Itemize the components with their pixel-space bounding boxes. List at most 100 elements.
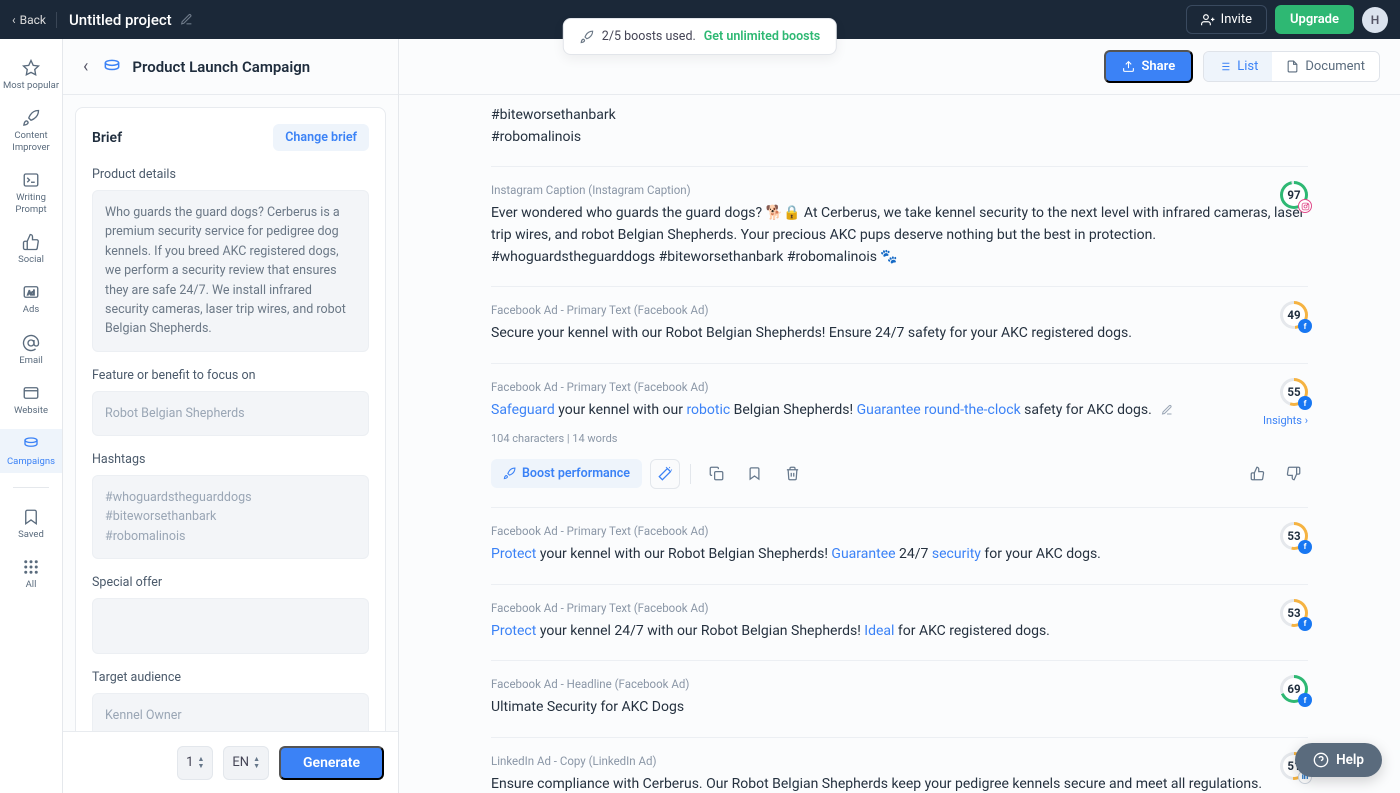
insights-link[interactable]: Insights › (1263, 414, 1308, 427)
score-badge: 49 f (1280, 301, 1308, 329)
thumbs-down-button[interactable] (1278, 459, 1308, 489)
product-details-label: Product details (92, 167, 369, 182)
result-item[interactable]: 55 f Insights › Facebook Ad - Primary Te… (491, 364, 1308, 508)
generate-button[interactable]: Generate (279, 746, 384, 780)
facebook-icon: f (1298, 396, 1312, 410)
wand-icon (658, 466, 673, 481)
special-offer-label: Special offer (92, 575, 369, 590)
help-label: Help (1336, 752, 1364, 768)
result-text[interactable]: Secure your kennel with our Robot Belgia… (491, 323, 1308, 345)
result-text: #biteworsethanbark#robomalinois (491, 105, 1308, 148)
project-title[interactable]: Untitled project (69, 11, 193, 29)
share-label: Share (1141, 59, 1175, 74)
invite-label: Invite (1221, 12, 1252, 27)
result-item[interactable]: 53 f Facebook Ad - Primary Text (Faceboo… (491, 585, 1308, 662)
result-item[interactable]: 69 f Facebook Ad - Headline (Facebook Ad… (491, 661, 1308, 738)
topbar-right: Invite Upgrade H (1186, 5, 1388, 34)
avatar[interactable]: H (1362, 7, 1388, 33)
nav-email[interactable]: Email (0, 328, 62, 372)
score-badge: 55 f Insights › (1263, 378, 1308, 427)
result-item[interactable]: 97 Instagram Caption (Instagram Caption)… (491, 167, 1308, 287)
nav-saved[interactable]: Saved (0, 502, 62, 546)
language-select[interactable]: EN ▲▼ (223, 746, 269, 780)
nav-ads[interactable]: Ad Ads (0, 277, 62, 321)
nav-separator (13, 487, 49, 488)
brief-card-title: Brief (92, 130, 122, 146)
document-view-button[interactable]: Document (1272, 52, 1379, 81)
result-item[interactable]: 53 f Facebook Ad - Primary Text (Faceboo… (491, 508, 1308, 585)
nav-website[interactable]: Website (0, 378, 62, 422)
share-button[interactable]: Share (1104, 50, 1193, 83)
invite-button[interactable]: Invite (1186, 5, 1267, 34)
thumbs-up-button[interactable] (1242, 459, 1272, 489)
score-ring: 49 f (1280, 301, 1308, 329)
at-icon (22, 334, 40, 352)
boost-banner-link[interactable]: Get unlimited boosts (704, 29, 820, 44)
nav-writing-prompt[interactable]: Writing Prompt (0, 165, 62, 221)
nav-content-improver[interactable]: Content Improver (0, 103, 62, 159)
result-type: Instagram Caption (Instagram Caption) (491, 183, 1308, 197)
target-audience-field[interactable]: Kennel Owner (92, 693, 369, 731)
result-text[interactable]: Ultimate Security for AKC Dogs (491, 697, 1308, 719)
results-scroll[interactable]: #biteworsethanbark#robomalinois 97 Insta… (399, 95, 1400, 793)
document-icon (1286, 60, 1299, 73)
delete-button[interactable] (777, 459, 807, 489)
nav-campaigns[interactable]: Campaigns (0, 429, 62, 473)
nav-label: Email (19, 355, 43, 366)
result-type: Facebook Ad - Primary Text (Facebook Ad) (491, 303, 1308, 317)
stepper-arrows-icon: ▲▼ (197, 756, 204, 770)
hashtags-label: Hashtags (92, 452, 369, 467)
result-item[interactable]: 49 f Facebook Ad - Primary Text (Faceboo… (491, 287, 1308, 364)
brief-scroll[interactable]: Brief Change brief Product details Who g… (63, 95, 398, 731)
boost-banner-text: 2/5 boosts used. (602, 29, 696, 44)
nav-most-popular[interactable]: Most popular (0, 53, 62, 97)
score-ring: 55 f (1280, 378, 1308, 406)
magic-wand-button[interactable] (650, 459, 680, 489)
terminal-icon (22, 171, 40, 189)
upgrade-button[interactable]: Upgrade (1275, 5, 1354, 34)
separator (690, 464, 691, 484)
result-item[interactable]: 51 in LinkedIn Ad - Copy (LinkedIn Ad) E… (491, 738, 1308, 793)
trash-icon (785, 466, 800, 481)
thumbs-down-icon (1286, 466, 1301, 481)
facebook-icon: f (1298, 617, 1312, 631)
nav-all[interactable]: All (0, 552, 62, 596)
result-text[interactable]: Protect your kennel with our Robot Belgi… (491, 544, 1308, 566)
brief-header: ‹ Product Launch Campaign (63, 39, 398, 95)
result-type: Facebook Ad - Headline (Facebook Ad) (491, 677, 1308, 691)
hashtags-field[interactable]: #whoguardstheguarddogs #biteworsethanbar… (92, 475, 369, 559)
change-brief-button[interactable]: Change brief (273, 124, 369, 151)
help-button[interactable]: Help (1295, 743, 1382, 777)
feature-field[interactable]: Robot Belgian Shepherds (92, 391, 369, 436)
result-text[interactable]: Safeguard your kennel with our robotic B… (491, 400, 1308, 422)
nav-social[interactable]: Social (0, 227, 62, 271)
result-text[interactable]: Protect your kennel 24/7 with our Robot … (491, 621, 1308, 643)
pencil-icon[interactable] (1161, 404, 1173, 416)
back-chevron-button[interactable]: ‹ (79, 52, 92, 81)
result-text[interactable]: Ever wondered who guards the guard dogs?… (491, 203, 1308, 268)
product-details-field[interactable]: Who guards the guard dogs? Cerberus is a… (92, 190, 369, 352)
bookmark-button[interactable] (739, 459, 769, 489)
copy-button[interactable] (701, 459, 731, 489)
result-type: Facebook Ad - Primary Text (Facebook Ad) (491, 380, 1308, 394)
quantity-stepper[interactable]: 1 ▲▼ (177, 746, 213, 780)
back-link[interactable]: ‹ Back (12, 13, 46, 27)
result-text[interactable]: Ensure compliance with Cerberus. Our Rob… (491, 774, 1308, 793)
list-view-button[interactable]: List (1204, 52, 1272, 81)
boost-performance-button[interactable]: Boost performance (491, 459, 642, 488)
facebook-icon: f (1298, 540, 1312, 554)
brief-footer: 1 ▲▼ EN ▲▼ Generate (63, 731, 398, 793)
character-count: 104 characters | 14 words (491, 432, 1308, 445)
select-arrows-icon: ▲▼ (253, 756, 260, 770)
upgrade-label: Upgrade (1290, 12, 1339, 27)
instagram-icon (1298, 199, 1312, 213)
quantity-value: 1 (186, 755, 193, 770)
thumbs-up-icon (22, 233, 40, 251)
pencil-icon[interactable] (180, 13, 193, 26)
rocket-icon (503, 467, 516, 480)
special-offer-field[interactable] (92, 598, 369, 654)
score-badge: 53 f (1280, 599, 1308, 627)
boost-banner: 2/5 boosts used. Get unlimited boosts (563, 18, 837, 55)
project-title-text: Untitled project (69, 11, 172, 29)
topbar-left: ‹ Back Untitled project (12, 11, 193, 29)
